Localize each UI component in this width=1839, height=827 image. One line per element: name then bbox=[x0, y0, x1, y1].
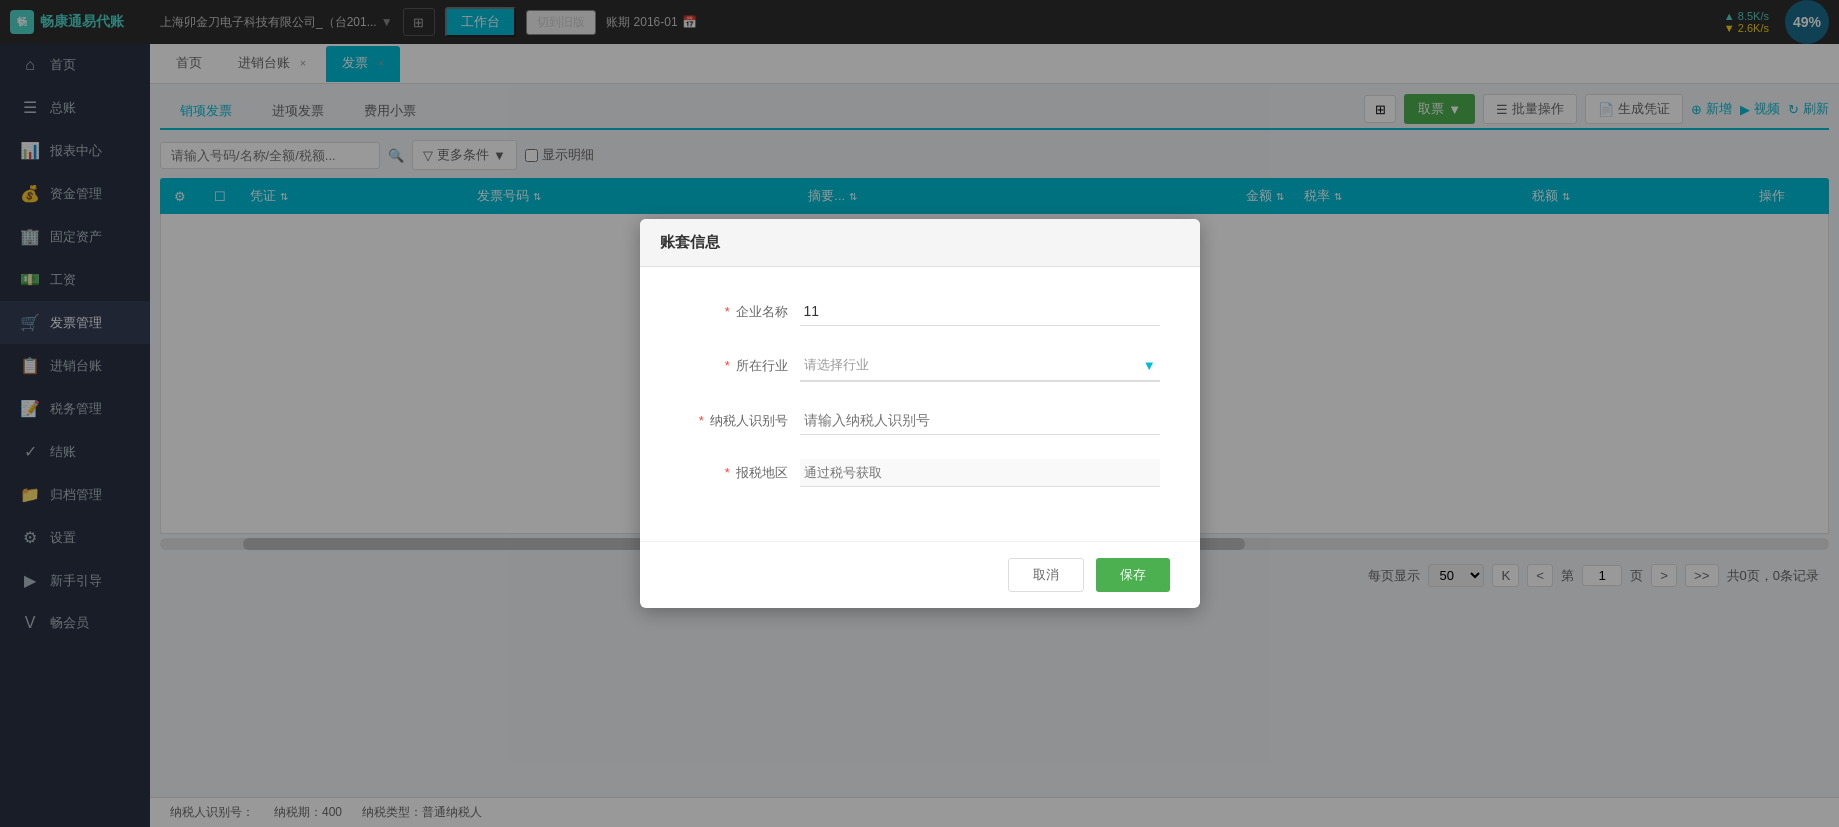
form-row-taxregion: * 报税地区 bbox=[680, 459, 1160, 487]
label-industry: * 所在行业 bbox=[680, 357, 800, 375]
label-company: * 企业名称 bbox=[680, 303, 800, 321]
modal-footer: 取消 保存 bbox=[640, 541, 1200, 608]
control-company bbox=[800, 297, 1160, 326]
industry-dropdown-icon: ▼ bbox=[1143, 358, 1156, 373]
label-taxregion: * 报税地区 bbox=[680, 464, 800, 482]
required-mark: * bbox=[725, 304, 730, 319]
modal-header: 账套信息 bbox=[640, 219, 1200, 267]
control-taxregion bbox=[800, 459, 1160, 487]
tax-region-input bbox=[800, 459, 1160, 487]
form-row-taxid: * 纳税人识别号 bbox=[680, 406, 1160, 435]
account-info-modal: 账套信息 * 企业名称 * 所在行业 bbox=[640, 219, 1200, 608]
control-taxid bbox=[800, 406, 1160, 435]
required-mark: * bbox=[725, 465, 730, 480]
industry-select[interactable]: 请选择行业 ▼ bbox=[800, 350, 1160, 381]
modal-body: * 企业名称 * 所在行业 请选择行业 ▼ bbox=[640, 267, 1200, 541]
label-taxid: * 纳税人识别号 bbox=[680, 412, 800, 430]
modal-overlay[interactable]: 账套信息 * 企业名称 * 所在行业 bbox=[0, 0, 1839, 827]
cancel-button[interactable]: 取消 bbox=[1008, 558, 1084, 592]
control-industry: 请选择行业 ▼ bbox=[800, 350, 1160, 382]
modal-title: 账套信息 bbox=[660, 233, 720, 250]
form-row-industry: * 所在行业 请选择行业 ▼ bbox=[680, 350, 1160, 382]
save-button[interactable]: 保存 bbox=[1096, 558, 1170, 592]
form-row-company: * 企业名称 bbox=[680, 297, 1160, 326]
company-name-input[interactable] bbox=[800, 297, 1160, 326]
required-mark: * bbox=[699, 413, 704, 428]
required-mark: * bbox=[725, 358, 730, 373]
tax-id-input[interactable] bbox=[800, 406, 1160, 435]
